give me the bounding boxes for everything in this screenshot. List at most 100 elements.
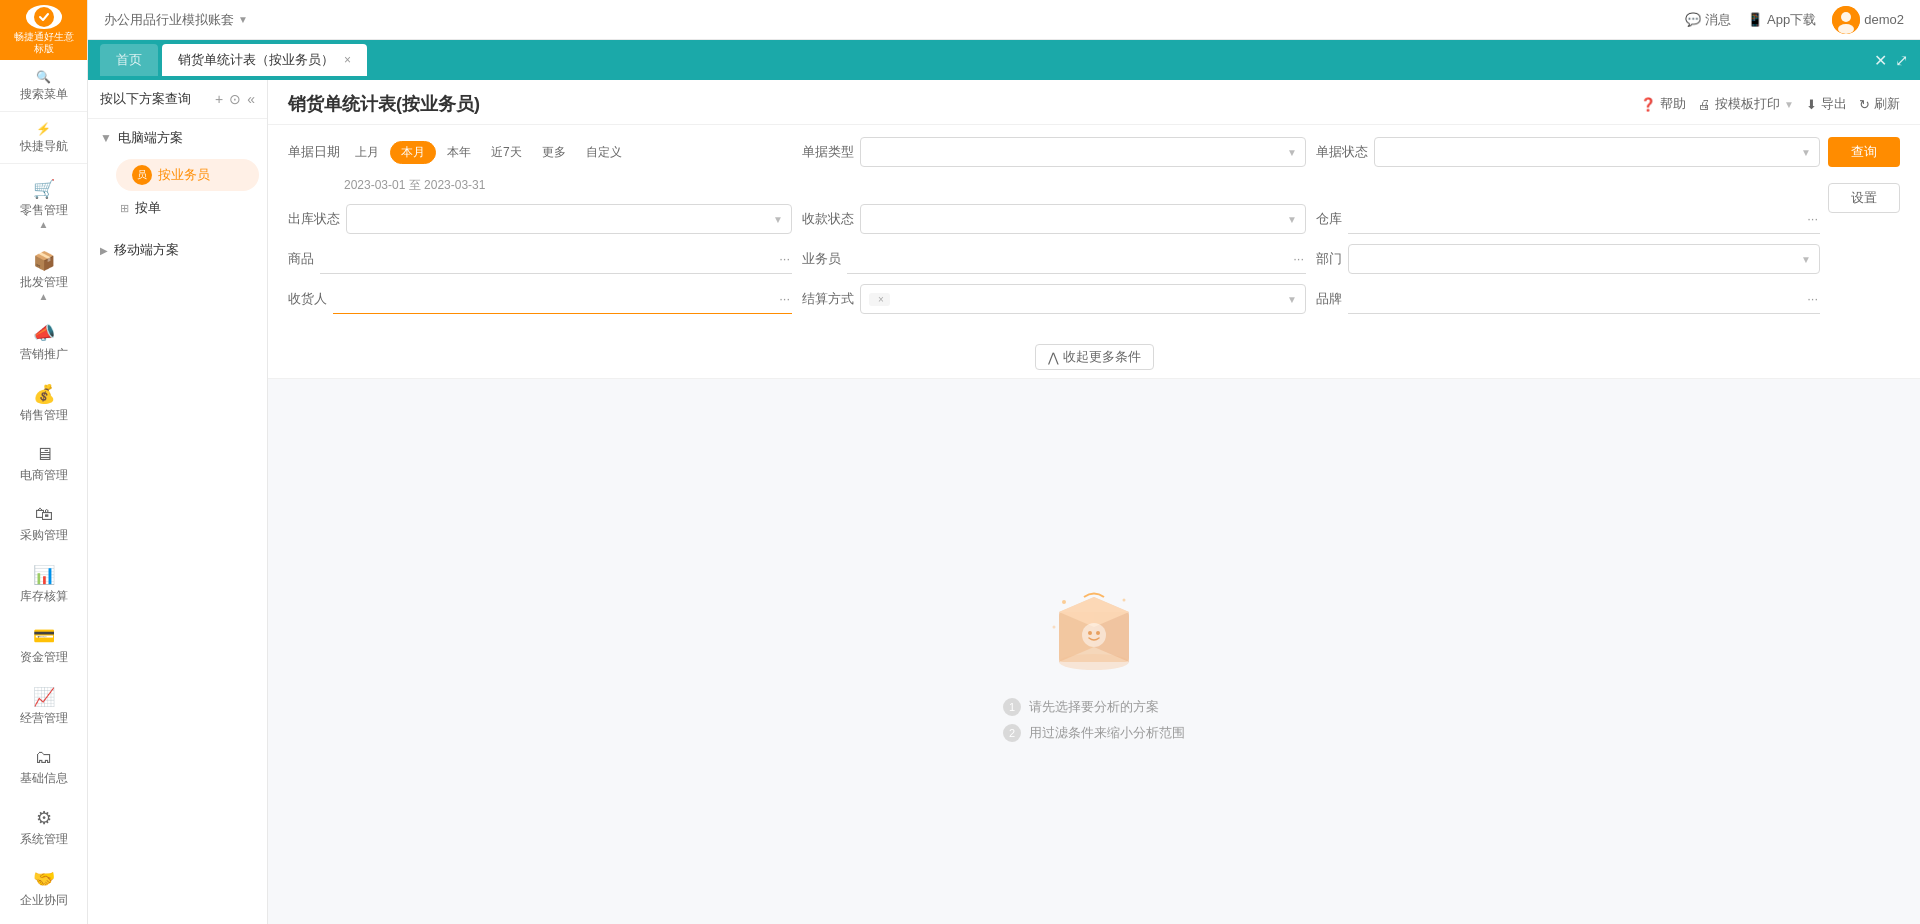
receiver-dots: ··· (779, 291, 790, 306)
help-btn[interactable]: ❓ 帮助 (1640, 95, 1686, 113)
receiver-input[interactable]: ··· (333, 284, 792, 314)
quick-label: 快捷导航 (20, 138, 68, 155)
company-selector[interactable]: 办公用品行业模拟账套 ▼ (104, 11, 248, 29)
scheme-collapse-btn[interactable]: « (247, 91, 255, 107)
date-range-display: 2023-03-01 至 2023-03-31 (344, 178, 485, 192)
wholesale-expand-icon: ▲ (39, 291, 49, 302)
out-status-select[interactable]: ▼ (346, 204, 792, 234)
svg-point-9 (1082, 623, 1106, 647)
date-last-month[interactable]: 上月 (346, 141, 388, 164)
brand-input[interactable]: ··· (1348, 284, 1820, 314)
dept-select[interactable]: ▼ (1348, 244, 1820, 274)
warehouse-input[interactable]: ··· (1348, 204, 1820, 234)
warehouse-item: 仓库 ··· (1316, 204, 1820, 234)
sidebar-item-purchase[interactable]: 🛍 采购管理 (0, 494, 87, 554)
export-label: 导出 (1821, 95, 1847, 113)
sales-icon: 💰 (33, 383, 55, 405)
message-btn[interactable]: 💬 消息 (1685, 11, 1731, 29)
date-custom[interactable]: 自定义 (577, 141, 631, 164)
collapse-btn[interactable]: ⋀ 收起更多条件 (1035, 344, 1154, 370)
main-area: 办公用品行业模拟账套 ▼ 💬 消息 📱 App下载 (88, 0, 1920, 924)
settlement-item: 结算方式 × ▼ (802, 284, 1306, 314)
print-label: 按模板打印 (1715, 95, 1780, 113)
scheme-refresh-btn[interactable]: ⊙ (229, 91, 241, 107)
tab-close-btn[interactable]: × (344, 53, 351, 67)
topbar-left: 办公用品行业模拟账套 ▼ (104, 11, 248, 29)
corp-icon: 🤝 (33, 868, 55, 890)
type-dropdown-icon: ▼ (1287, 147, 1297, 158)
marketing-icon: 📣 (33, 322, 55, 344)
settlement-select[interactable]: × ▼ (860, 284, 1306, 314)
receipt-status-arrow: ▼ (1287, 214, 1297, 225)
tab-home[interactable]: 首页 (100, 44, 158, 76)
print-dropdown-icon: ▼ (1784, 99, 1794, 110)
sidebar-item-corp[interactable]: 🤝 企业协同 (0, 858, 87, 919)
sidebar-item-retail[interactable]: 🛒 零售管理 ▲ (0, 168, 87, 240)
svg-point-3 (1838, 24, 1854, 34)
ops-icon: 📈 (33, 686, 55, 708)
search-icon: 🔍 (36, 70, 51, 84)
goods-input[interactable]: ··· (320, 244, 792, 274)
sidebar-item-ops[interactable]: 📈 经营管理 (0, 676, 87, 737)
sidebar-search[interactable]: 🔍 搜索菜单 (0, 60, 87, 112)
scheme-desktop-expand-icon: ▼ (100, 131, 112, 145)
sidebar-item-basic[interactable]: 🗂 基础信息 (0, 737, 87, 797)
brand-label: 品牌 (1316, 290, 1342, 308)
scheme-by-salesperson[interactable]: 员 按业务员 (116, 159, 259, 191)
wholesale-icon: 📦 (33, 250, 55, 272)
basic-icon: 🗂 (35, 747, 53, 768)
type-select[interactable]: ▼ (860, 137, 1306, 167)
salesperson-input[interactable]: ··· (847, 244, 1306, 274)
sidebar-item-stock[interactable]: 📊 库存核算 (0, 554, 87, 615)
sidebar-item-marketing[interactable]: 📣 营销推广 (0, 312, 87, 373)
date-this-month[interactable]: 本月 (390, 141, 436, 164)
tabbar-actions: ✕ ⤢ (1874, 51, 1908, 70)
date-more[interactable]: 更多 (533, 141, 575, 164)
app-download-btn[interactable]: 📱 App下载 (1747, 11, 1816, 29)
salesperson-label: 业务员 (802, 250, 841, 268)
company-name: 办公用品行业模拟账套 (104, 11, 234, 29)
empty-tip-2: 2 用过滤条件来缩小分析范围 (1003, 724, 1185, 742)
print-btn[interactable]: 🖨 按模板打印 ▼ (1698, 95, 1794, 113)
settlement-tag: × (869, 293, 890, 306)
export-btn[interactable]: ⬇ 导出 (1806, 95, 1847, 113)
basic-label: 基础信息 (20, 770, 68, 787)
receipt-status-item: 收款状态 ▼ (802, 204, 1306, 234)
tab-sales-stat[interactable]: 销货单统计表（按业务员） × (162, 44, 367, 76)
sidebar-item-newbie[interactable]: 🎓 新手引导 (0, 919, 87, 924)
page-header-actions: ❓ 帮助 🖨 按模板打印 ▼ ⬇ 导出 ↻ 刷新 (1640, 95, 1900, 113)
sidebar-quicknav[interactable]: ⚡ 快捷导航 (0, 112, 87, 164)
sidebar-item-wholesale[interactable]: 📦 批发管理 ▲ (0, 240, 87, 312)
scheme-desktop-header[interactable]: ▼ 电脑端方案 (88, 123, 267, 153)
date-filter-item: 单据日期 上月 本月 本年 近7天 更多 自定义 (288, 141, 792, 164)
user-menu[interactable]: demo2 (1832, 6, 1904, 34)
scheme-mobile-header[interactable]: ▶ 移动端方案 (88, 235, 267, 265)
scheme-mobile-group: ▶ 移动端方案 (88, 231, 267, 269)
scheme-desktop-group: ▼ 电脑端方案 员 按业务员 ⊞ 按单 (88, 119, 267, 231)
receipt-status-select[interactable]: ▼ (860, 204, 1306, 234)
page-title: 销货单统计表(按业务员) (288, 92, 480, 116)
sidebar-item-sales[interactable]: 💰 销售管理 (0, 373, 87, 434)
settlement-tag-close[interactable]: × (878, 294, 884, 305)
refresh-btn[interactable]: ↻ 刷新 (1859, 95, 1900, 113)
setting-btn[interactable]: 设置 (1828, 183, 1900, 213)
tab-close-window-btn[interactable]: ✕ (1874, 51, 1887, 70)
sidebar-item-finance[interactable]: 💳 资金管理 (0, 615, 87, 676)
tab-maximize-btn[interactable]: ⤢ (1895, 51, 1908, 70)
ops-label: 经营管理 (20, 710, 68, 727)
date-this-year[interactable]: 本年 (438, 141, 480, 164)
sidebar-item-ecom[interactable]: 🖥 电商管理 (0, 434, 87, 494)
salesperson-item: 业务员 ··· (802, 244, 1306, 274)
query-btn[interactable]: 查询 (1828, 137, 1900, 167)
sidebar-item-system[interactable]: ⚙ 系统管理 (0, 797, 87, 858)
status-select[interactable]: ▼ (1374, 137, 1820, 167)
collapse-icon: ⋀ (1048, 350, 1059, 365)
marketing-label: 营销推广 (20, 346, 68, 363)
scheme-add-btn[interactable]: + (215, 91, 223, 107)
date-last-7-days[interactable]: 近7天 (482, 141, 531, 164)
dept-arrow: ▼ (1801, 254, 1811, 265)
scheme-by-order[interactable]: ⊞ 按单 (108, 193, 267, 223)
goods-label: 商品 (288, 250, 314, 268)
print-icon: 🖨 (1698, 97, 1711, 112)
topbar-right: 💬 消息 📱 App下载 demo2 (1685, 6, 1904, 34)
